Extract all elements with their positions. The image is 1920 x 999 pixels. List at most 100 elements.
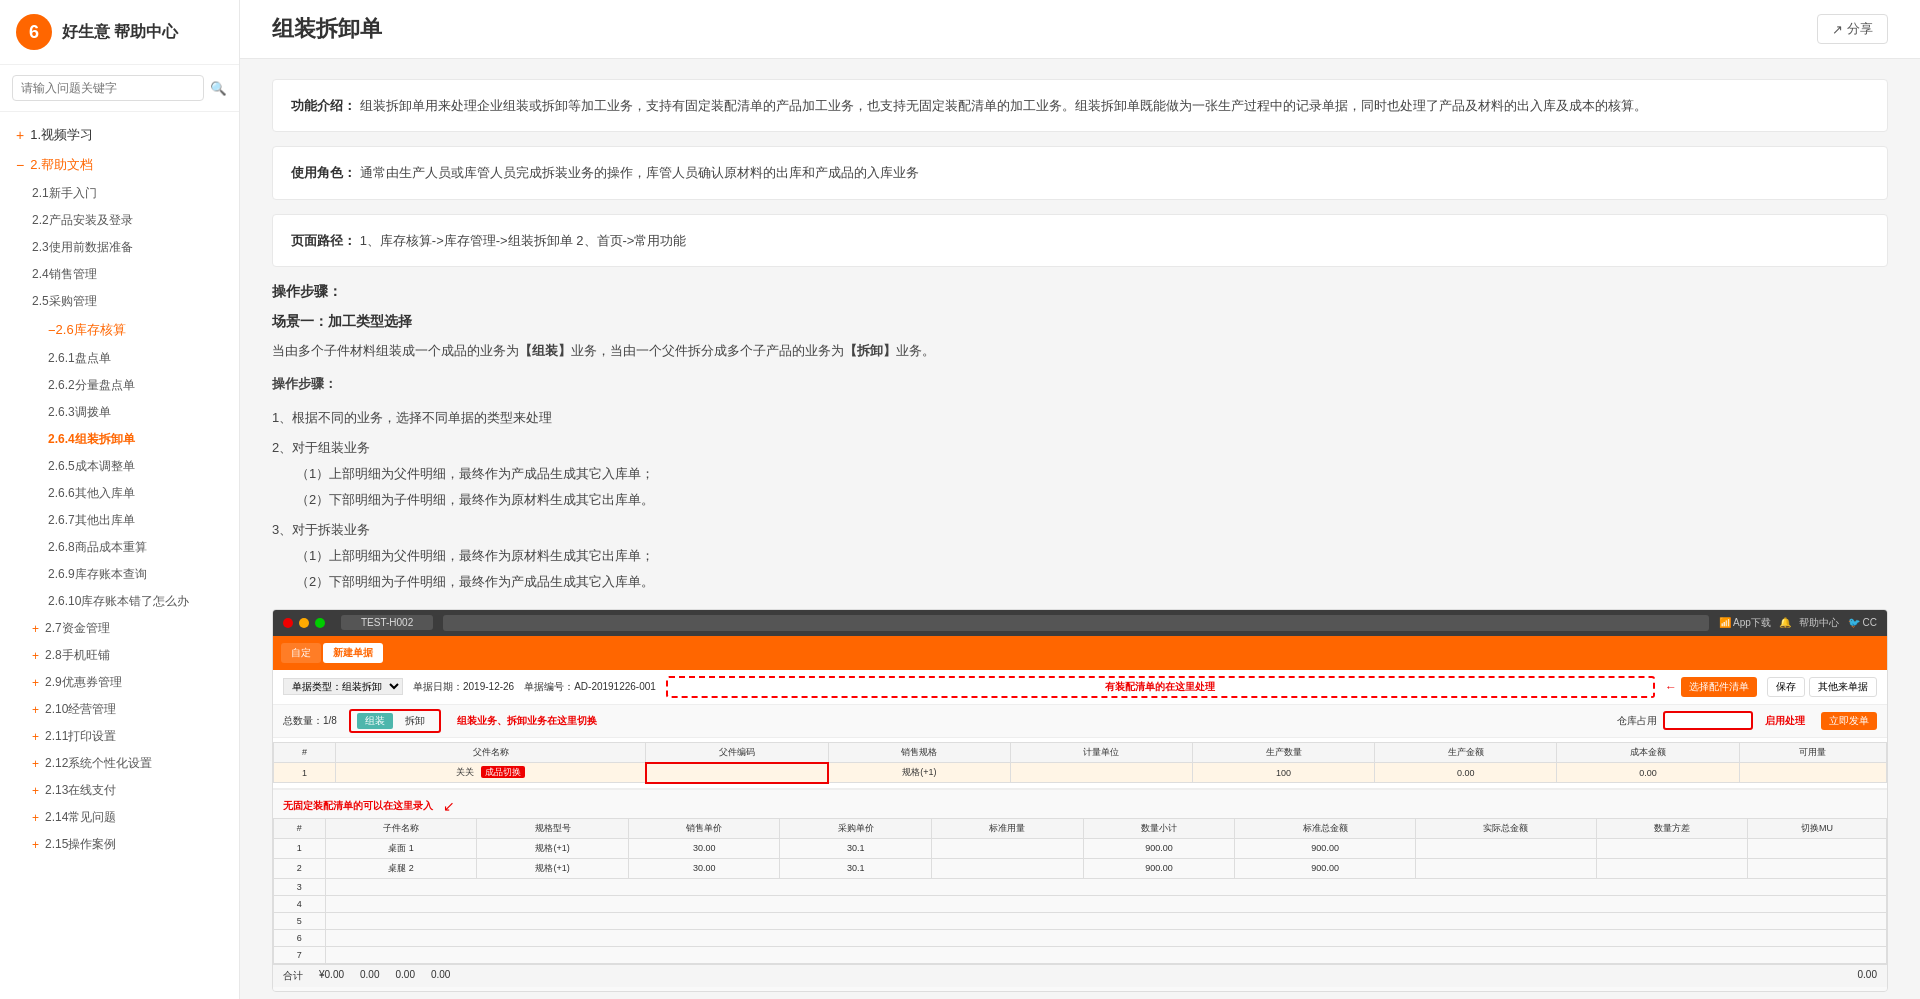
main-content: 功能介绍： 组装拆卸单用来处理企业组装或拆卸等加工业务，支持有固定装配清单的产品… <box>240 59 1920 999</box>
mock-disassembly-tab[interactable]: 拆卸 <box>397 713 433 729</box>
mock-footer-label: 合计 <box>283 969 303 983</box>
col-std-qty: 标准用量 <box>932 818 1084 838</box>
table-row: 4 <box>274 895 1887 912</box>
sidebar-item-stock-fix[interactable]: 2.6.10库存账本错了怎么办 <box>48 588 239 615</box>
cell-num: 7 <box>274 946 326 963</box>
path-text: 1、库存核算->库存管理->组装拆卸单 2、首页->常用功能 <box>360 233 687 248</box>
mock-warehouse-area: 仓库占用 <box>1617 711 1753 730</box>
cell-num: 6 <box>274 929 326 946</box>
sidebar-item-cost-adjust[interactable]: 2.6.5成本调整单 <box>48 453 239 480</box>
table-row: 1 桌面 1 规格(+1) 30.00 30.1 900.00 900.00 <box>274 838 1887 858</box>
cell-num: 3 <box>274 878 326 895</box>
search-input[interactable] <box>12 75 204 101</box>
mock-close-dot <box>283 618 293 628</box>
main-header: 组装拆卸单 ↗ 分享 <box>240 0 1920 59</box>
sidebar-item-purchase[interactable]: 2.5采购管理 <box>32 288 239 315</box>
mock-arrow-right: ← <box>1665 680 1677 694</box>
scenario1-desc: 当由多个子件材料组装成一个成品的业务为【组装】业务，当由一个父件拆分成多个子产品… <box>272 339 1888 364</box>
sidebar-item-stocktake[interactable]: 2.6.1盘点单 <box>48 345 239 372</box>
col-unit: 计量单位 <box>1010 742 1192 763</box>
sidebar-item-print[interactable]: +2.11打印设置 <box>32 723 239 750</box>
sidebar-item-partial-stocktake[interactable]: 2.6.2分量盘点单 <box>48 372 239 399</box>
cell-child-name: 桌腿 2 <box>325 858 477 878</box>
role-label: 使用角色： <box>291 165 356 180</box>
cell-empty <box>325 912 1886 929</box>
sidebar-item-mobile[interactable]: +2.8手机旺铺 <box>32 642 239 669</box>
cell-prod-qty: 100 <box>1192 763 1374 783</box>
cell-mu <box>1748 838 1887 858</box>
mock-nav-tab-new[interactable]: 新建单据 <box>323 643 383 663</box>
mock-nav-tab-self[interactable]: 自定 <box>281 643 321 663</box>
sidebar-item-new-user[interactable]: 2.1新手入门 <box>32 180 239 207</box>
col-prod-amt: 生产金额 <box>1375 742 1557 763</box>
mock-app-title: TEST-H002 <box>341 615 433 630</box>
cell-purchase-price: 30.1 <box>780 838 932 858</box>
sidebar-item-stock-query[interactable]: 2.6.9库存账本查询 <box>48 561 239 588</box>
expand-icon: + <box>16 127 24 143</box>
step-3: 3、对于拆装业务 （1）上部明细为父件明细，最终作为原材料生成其它出库单； （2… <box>272 517 1888 595</box>
sidebar-search-area: 🔍 <box>0 65 239 112</box>
col-child-model: 规格型号 <box>477 818 629 838</box>
mock-footer-total1: ¥0.00 <box>319 969 344 983</box>
cell-qty-sub: 900.00 <box>1083 858 1235 878</box>
cell-name: 关关 成品切换 <box>336 763 646 783</box>
sidebar-logo: 6 好生意 帮助中心 <box>0 0 239 65</box>
sidebar-item-cases[interactable]: +2.15操作案例 <box>32 831 239 858</box>
share-button[interactable]: ↗ 分享 <box>1817 14 1888 44</box>
step-2-1: （1）上部明细为父件明细，最终作为产成品生成其它入库单； <box>272 461 1888 487</box>
mock-warehouse-input[interactable] <box>1663 711 1753 730</box>
sidebar-item-video-learning[interactable]: + 1.视频学习 <box>0 120 239 150</box>
mock-child-table-header: # 子件名称 规格型号 销售单价 采购单价 标准用量 数量小计 标准总金额 实际… <box>274 818 1887 838</box>
sidebar-item-coupon[interactable]: +2.9优惠券管理 <box>32 669 239 696</box>
cell-empty <box>325 895 1886 912</box>
mock-save-btn[interactable]: 保存 <box>1767 677 1805 697</box>
sidebar-item-transfer[interactable]: 2.6.3调拨单 <box>48 399 239 426</box>
col-num: # <box>274 742 336 763</box>
sidebar-item-inventory[interactable]: − 2.6库存核算 <box>32 315 239 345</box>
col-prod-qty: 生产数量 <box>1192 742 1374 763</box>
mock-child-table-body: 1 桌面 1 规格(+1) 30.00 30.1 900.00 900.00 <box>274 838 1887 963</box>
sidebar-item-faq[interactable]: +2.14常见问题 <box>32 804 239 831</box>
scenario1-title: 场景一：加工类型选择 <box>272 313 1888 331</box>
mock-arrow4: ↙ <box>443 798 455 814</box>
sidebar-item-cost-recalc[interactable]: 2.6.8商品成本重算 <box>48 534 239 561</box>
sidebar-item-finance[interactable]: +2.7资金管理 <box>32 615 239 642</box>
cell-num: 5 <box>274 912 326 929</box>
search-button[interactable]: 🔍 <box>210 81 227 96</box>
mock-doctype-select[interactable]: 单据类型：组装拆卸 <box>283 678 403 695</box>
col-purchase-price: 采购单价 <box>780 818 932 838</box>
sidebar-item-personalize[interactable]: +2.12系统个性化设置 <box>32 750 239 777</box>
sidebar-item-help-docs[interactable]: − 2.帮助文档 <box>0 150 239 180</box>
mock-footer-right: 0.00 <box>466 969 1877 983</box>
mock-select-bom-btn[interactable]: 选择配件清单 <box>1681 677 1757 697</box>
mock-warehouse-label: 仓库占用 <box>1617 714 1657 728</box>
mock-min-dot <box>299 618 309 628</box>
path-label: 页面路径： <box>291 233 356 248</box>
sidebar-item-payment[interactable]: +2.13在线支付 <box>32 777 239 804</box>
col-mu: 切换MU <box>1748 818 1887 838</box>
sidebar-item-data-prep[interactable]: 2.3使用前数据准备 <box>32 234 239 261</box>
sidebar-item-assembly[interactable]: 2.6.4组装拆卸单 <box>48 426 239 453</box>
cell-sale-price: 30.00 <box>628 838 780 858</box>
cell-mu <box>1748 858 1887 878</box>
mock-child-table-area: 无固定装配清单的可以在这里录入 ↙ # 子件名称 规格型号 销售单价 采购单价 … <box>273 788 1887 991</box>
collapse-icon-inventory: − <box>48 323 56 338</box>
mock-assembly-tab[interactable]: 组装 <box>357 713 393 729</box>
mock-url <box>443 615 1709 631</box>
col-std-total: 标准总金额 <box>1235 818 1416 838</box>
mock-confirm-btn[interactable]: 立即发单 <box>1821 712 1877 730</box>
sidebar-sub-nav: 2.1新手入门 2.2产品安装及登录 2.3使用前数据准备 2.4销售管理 2.… <box>0 180 239 858</box>
sidebar-item-install[interactable]: 2.2产品安装及登录 <box>32 207 239 234</box>
sidebar-sub-inventory: 2.6.1盘点单 2.6.2分量盘点单 2.6.3调拨单 2.6.4组装拆卸单 … <box>32 345 239 615</box>
sidebar-item-other-in[interactable]: 2.6.6其他入库单 <box>48 480 239 507</box>
sidebar-item-sales[interactable]: 2.4销售管理 <box>32 261 239 288</box>
sidebar-nav: + 1.视频学习 − 2.帮助文档 2.1新手入门 2.2产品安装及登录 2.3… <box>0 112 239 999</box>
sidebar-item-ops[interactable]: +2.10经营管理 <box>32 696 239 723</box>
mock-other-btn[interactable]: 其他来单据 <box>1809 677 1877 697</box>
table-row: 3 <box>274 878 1887 895</box>
mock-parent-table-header: # 父件名称 父件编码 销售规格 计量单位 生产数量 生产金额 成本金额 可用量 <box>274 742 1887 763</box>
cell-num: 4 <box>274 895 326 912</box>
col-child-name: 子件名称 <box>325 818 477 838</box>
expand-icon-payment: + <box>32 784 39 798</box>
sidebar-item-other-out[interactable]: 2.6.7其他出库单 <box>48 507 239 534</box>
